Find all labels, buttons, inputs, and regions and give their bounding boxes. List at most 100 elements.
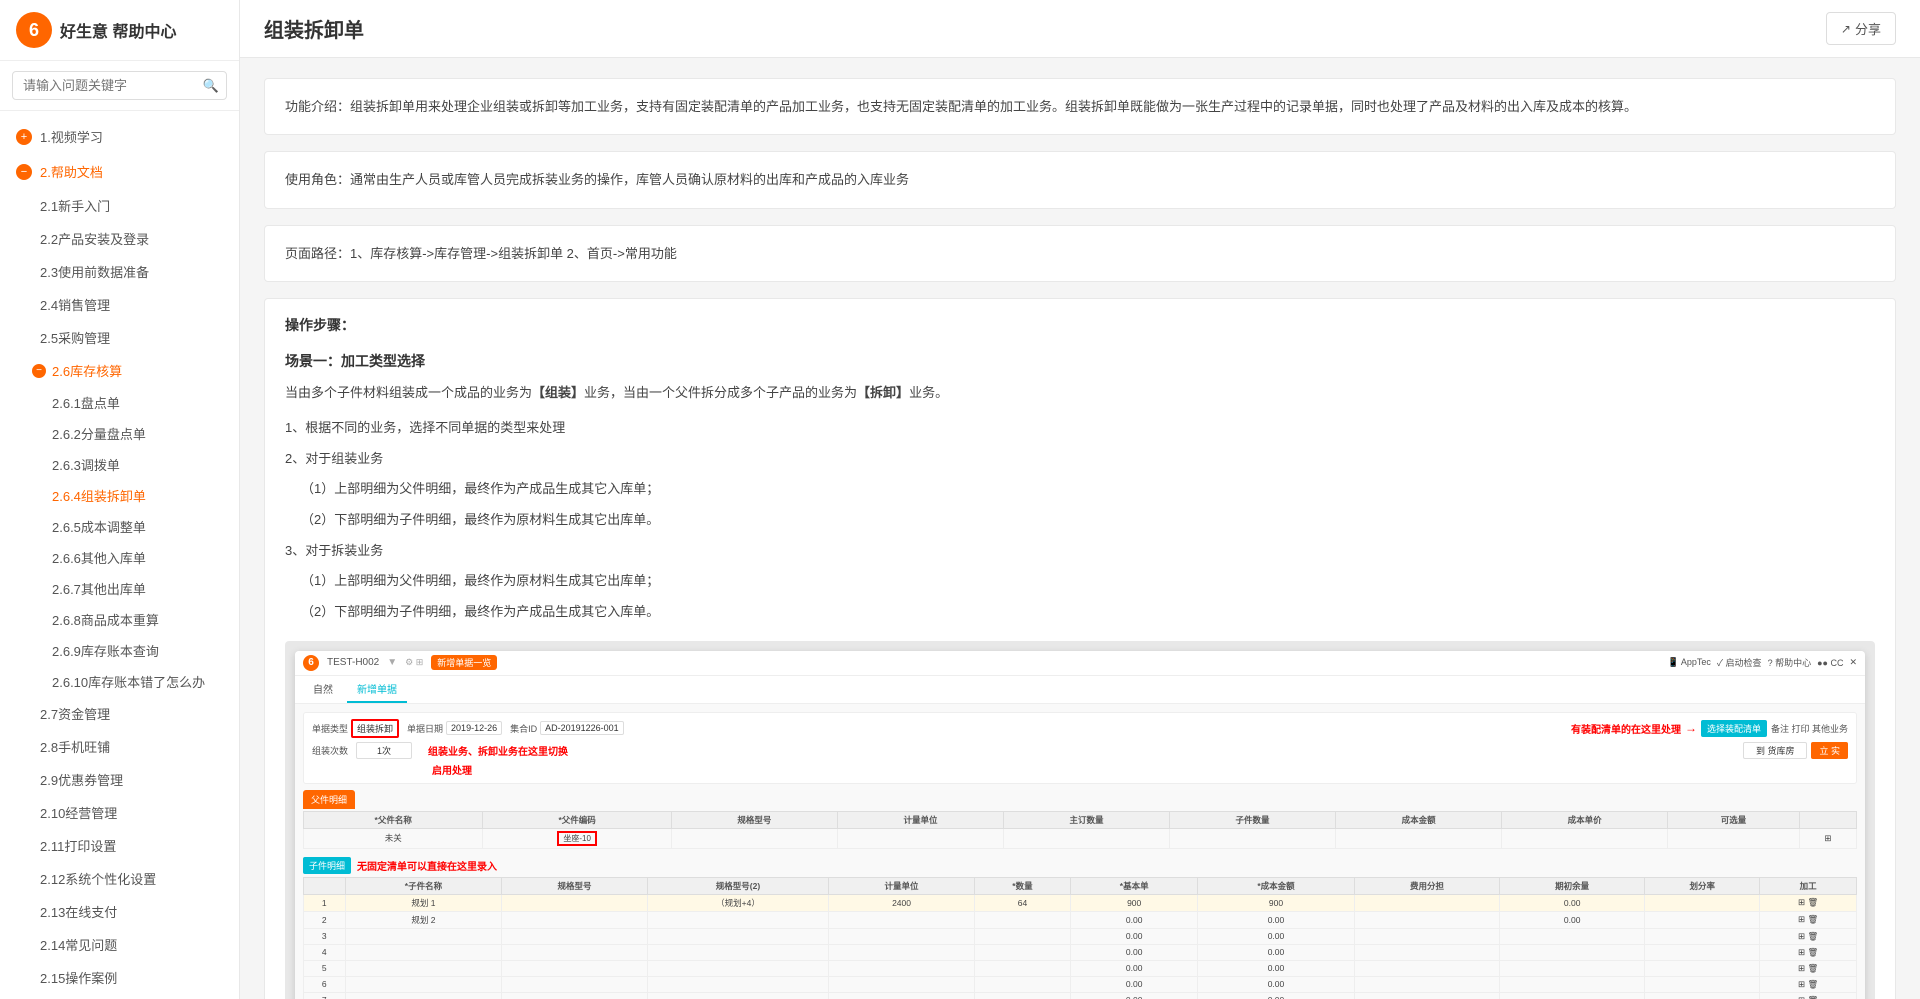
nav-item-install[interactable]: 2.2产品安装及登录 — [0, 222, 239, 255]
mock-lower-r1-ops: ⊞ 🗑 — [1760, 894, 1857, 911]
nav-item-mobile[interactable]: 2.8手机旺铺 — [0, 730, 239, 763]
nav-item-partial-stocktake[interactable]: 2.6.2分量盘点单 — [0, 418, 239, 449]
scenario1-title: 场景一：加工类型选择 — [285, 351, 1875, 371]
mock-lower-r2-qty — [974, 911, 1071, 928]
mock-tab-new-doc[interactable]: 新增单据 — [347, 676, 407, 703]
mock-upper-row1-avail — [1668, 828, 1800, 848]
mock-lower-r1-ratio — [1645, 894, 1760, 911]
mock-lower-r1-init: 0.00 — [1500, 894, 1645, 911]
mock-form-row2: 组装次数 1次 组装业务、拆卸业务在这里切换 到 货库房 立 实 — [312, 742, 1848, 759]
nav-item-operations[interactable]: 2.10经营管理 — [0, 796, 239, 829]
mock-lower-r2-s1 — [502, 911, 647, 928]
mock-lower-col-unit: 计量单位 — [829, 877, 974, 894]
nav-item-newcomer[interactable]: 2.1新手入门 — [0, 189, 239, 222]
mock-lower-col-ratio: 划分率 — [1645, 877, 1760, 894]
mock-lower-r2-ratio — [1645, 911, 1760, 928]
mock-input-qty[interactable]: 1次 — [356, 742, 412, 759]
step-2: 2、对于组装业务 — [285, 447, 1875, 472]
mock-row3: 启用处理 — [312, 762, 1848, 777]
mock-tab-home[interactable]: 自然 — [303, 676, 343, 703]
steps-title: 操作步骤： — [285, 315, 1875, 335]
mock-window: 6 TEST-H002 ▼ ⚙ ⊞ 新增单据一览 📱 AppTec ✓ 启动检查… — [295, 651, 1865, 999]
mock-tabs: 自然 新增单据 — [295, 676, 1865, 704]
mock-lower-col-fee: 费用分担 — [1354, 877, 1499, 894]
mock-new-doc-btn[interactable]: 新增单据一览 — [431, 655, 497, 670]
nav-item-ledger-query[interactable]: 2.6.9库存账本查询 — [0, 635, 239, 666]
mock-col-parent-name: *父件名称 — [304, 811, 483, 828]
mock-col-main-qty: 主订数量 — [1003, 811, 1169, 828]
nav-item-stocktake[interactable]: 2.6.1盘点单 — [0, 387, 239, 418]
mock-upper-table: *父件名称 *父件编码 规格型号 计量单位 主订数量 子件数量 成本金额 成本单… — [303, 811, 1857, 849]
nav-item-other-outbound[interactable]: 2.6.7其他出库单 — [0, 573, 239, 604]
mock-form-row1: 单据类型 组装拆卸 单据日期 2019-12-26 集合ID — [312, 719, 1848, 738]
mock-lower-r2-base: 0.00 — [1071, 911, 1198, 928]
mock-col-unit: 计量单位 — [837, 811, 1003, 828]
share-button[interactable]: ↗ 分享 — [1826, 12, 1896, 45]
mock-ops-label: 备注 打印 其他业务 — [1771, 722, 1848, 735]
nav-group-docs[interactable]: − 2.帮助文档 — [0, 154, 239, 189]
mock-label-qty: 组装次数 — [312, 744, 348, 757]
mock-lower-text: 无固定清单可以直接在这里录入 — [357, 858, 497, 873]
mock-upper-table-label: 父件明细 — [303, 790, 355, 809]
mock-col-spec: 规格型号 — [671, 811, 837, 828]
search-icon: 🔍 — [203, 78, 219, 94]
nav-item-assembly[interactable]: 2.6.4组装拆卸单 — [0, 480, 239, 511]
mock-label-id: 集合ID — [510, 722, 537, 735]
intro-role-text: 使用角色：通常由生产人员或库管人员完成拆装业务的操作，库管人员确认原材料的出库和… — [285, 172, 909, 187]
logo-icon: 6 — [16, 12, 52, 48]
mock-field-type: 单据类型 组装拆卸 — [312, 719, 399, 738]
mock-warehouse-input[interactable]: 到 货库房 — [1743, 742, 1808, 759]
intro-role-block: 使用角色：通常由生产人员或库管人员完成拆装业务的操作，库管人员确认原材料的出库和… — [264, 151, 1896, 208]
mock-lower-col-init: 期初余量 — [1500, 877, 1645, 894]
mock-lower-r1-unit: 2400 — [829, 894, 974, 911]
mock-input-date[interactable]: 2019-12-26 — [446, 721, 502, 735]
mock-lower-r1-name: 规划 1 — [345, 894, 502, 911]
nav-item-transfer[interactable]: 2.6.3调拨单 — [0, 449, 239, 480]
scenario1-steps: 1、根据不同的业务，选择不同单据的类型来处理 2、对于组装业务 （1）上部明细为… — [285, 416, 1875, 625]
mock-col-parent-code: *父件编码 — [483, 811, 672, 828]
intro-path-text: 页面路径：1、库存核算->库存管理->组装拆卸单 2、首页->常用功能 — [285, 246, 677, 261]
nav-item-cost-recalc[interactable]: 2.6.8商品成本重算 — [0, 604, 239, 635]
mock-lower-r2-idx: 2 — [304, 911, 346, 928]
mock-lower-annotation: 子件明细 无固定清单可以直接在这里录入 — [303, 857, 1857, 874]
nav-group-video-label: 1.视频学习 — [40, 127, 103, 146]
mock-lower-r1-s2: （规划+4） — [647, 894, 829, 911]
mock-input-id[interactable]: AD-20191226-001 — [540, 721, 624, 735]
search-input[interactable] — [12, 71, 227, 100]
mock-input-type[interactable]: 组装拆卸 — [351, 719, 399, 738]
step-3-1: （1）上部明细为父件明细，最终作为原材料生成其它出库单； — [285, 569, 1875, 594]
nav-item-faq[interactable]: 2.14常见问题 — [0, 928, 239, 961]
nav-item-purchase[interactable]: 2.5采购管理 — [0, 321, 239, 354]
mock-user: ●● CC — [1817, 658, 1843, 668]
nav-item-cost-adjust[interactable]: 2.6.5成本调整单 — [0, 511, 239, 542]
mock-select-bom-btn[interactable]: 选择装配清单 — [1701, 720, 1767, 737]
mock-child-label: 子件明细 — [303, 857, 351, 874]
search-box: 🔍 — [0, 61, 239, 111]
nav-group-video[interactable]: + 1.视频学习 — [0, 119, 239, 154]
share-icon: ↗ — [1841, 22, 1851, 36]
mock-form-area: 单据类型 组装拆卸 单据日期 2019-12-26 集合ID — [303, 712, 1857, 999]
mock-bom-arrow: → — [1685, 721, 1697, 735]
nav-item-sales[interactable]: 2.4销售管理 — [0, 288, 239, 321]
mock-col-cost-amt: 成本金额 — [1336, 811, 1502, 828]
nav-item-ledger-error[interactable]: 2.6.10库存账本错了怎么办 — [0, 666, 239, 697]
mock-lower-r2-cost: 0.00 — [1198, 911, 1355, 928]
nav-item-coupon[interactable]: 2.9优惠券管理 — [0, 763, 239, 796]
mock-save-btn[interactable]: 立 实 — [1811, 742, 1848, 759]
nav-item-data-prep[interactable]: 2.3使用前数据准备 — [0, 255, 239, 288]
mock-close-icon[interactable]: ✕ — [1849, 657, 1857, 668]
nav-item-other-inbound[interactable]: 2.6.6其他入库单 — [0, 542, 239, 573]
content-area: 功能介绍：组装拆卸单用来处理企业组装或拆卸等加工业务，支持有固定装配清单的产品加… — [240, 58, 1920, 999]
nav-subgroup-inventory[interactable]: − 2.6库存核算 — [0, 354, 239, 387]
main-content-area: 组装拆卸单 ↗ 分享 功能介绍：组装拆卸单用来处理企业组装或拆卸等加工业务，支持… — [240, 0, 1920, 999]
nav-item-print[interactable]: 2.11打印设置 — [0, 829, 239, 862]
nav-item-finance[interactable]: 2.7资金管理 — [0, 697, 239, 730]
nav-item-cases[interactable]: 2.15操作案例 — [0, 961, 239, 994]
nav-item-personalize[interactable]: 2.12系统个性化设置 — [0, 862, 239, 895]
nav-item-online-pay[interactable]: 2.13在线支付 — [0, 895, 239, 928]
intro-path-block: 页面路径：1、库存核算->库存管理->组装拆卸单 2、首页->常用功能 — [264, 225, 1896, 282]
mock-col-available: 可选量 — [1668, 811, 1800, 828]
mock-lower-r1-qty: 64 — [974, 894, 1071, 911]
mock-lower-r2-unit — [829, 911, 974, 928]
mock-upper-row1-code-input[interactable]: 坐座-10 — [557, 831, 597, 846]
